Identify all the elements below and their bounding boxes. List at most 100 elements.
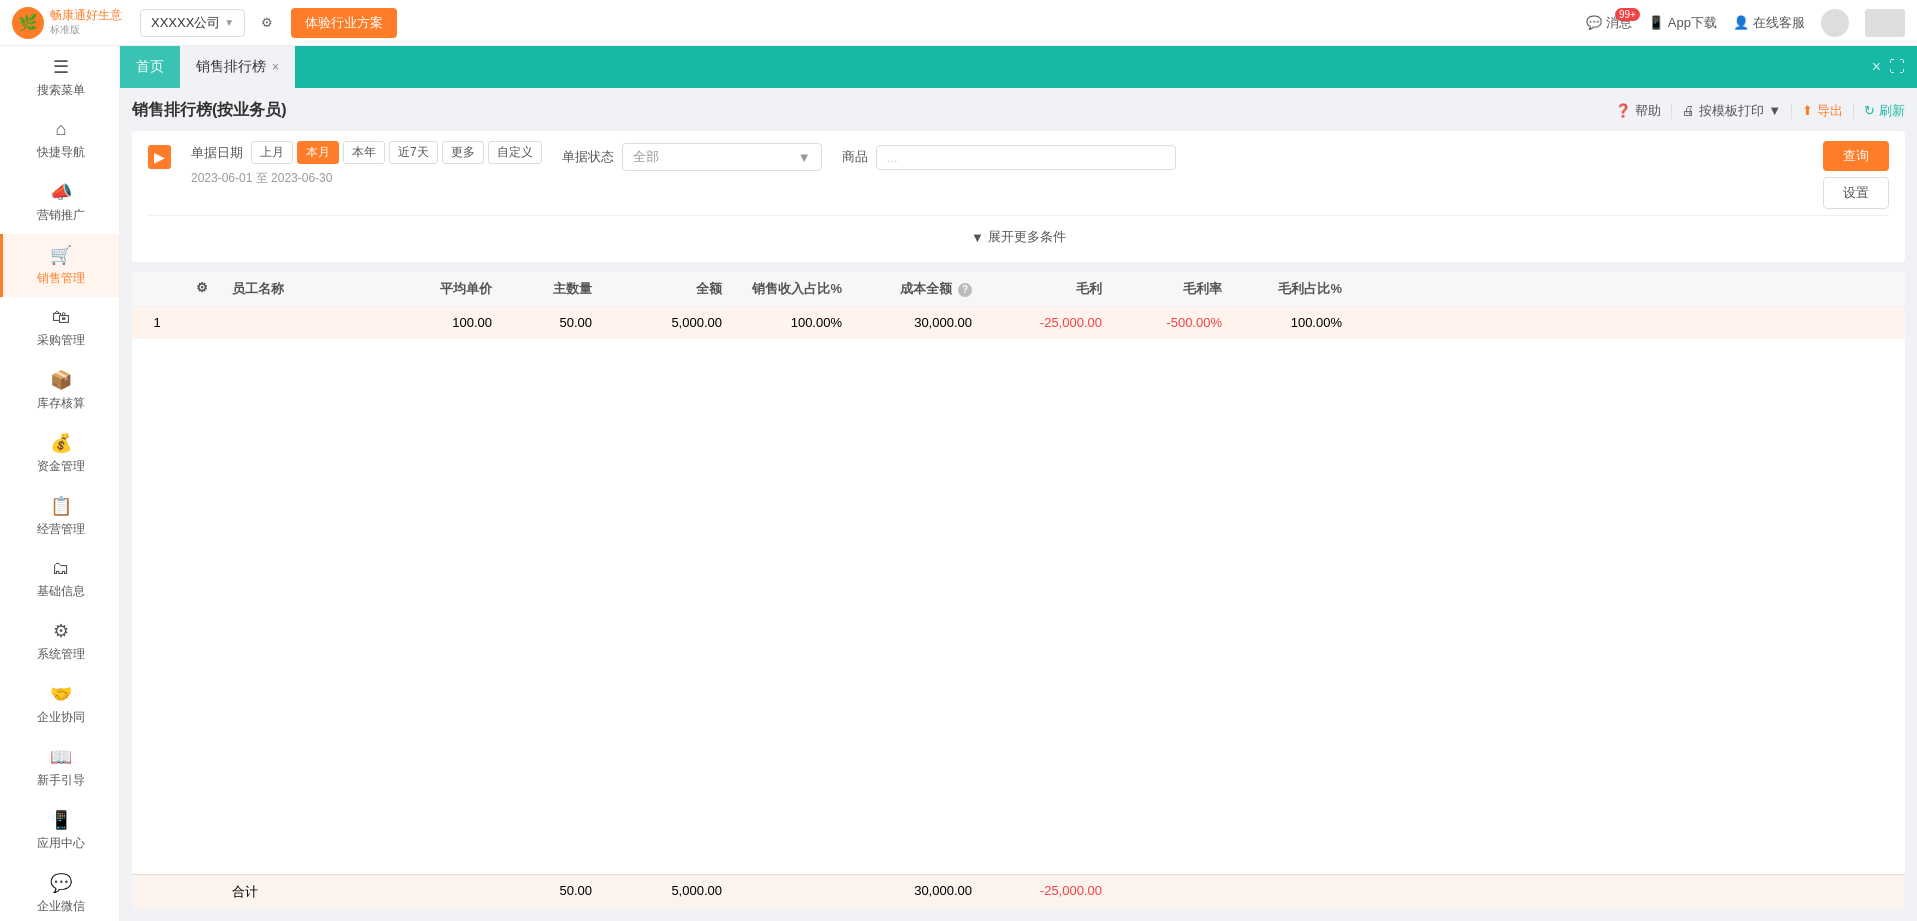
help-label: 帮助 — [1635, 102, 1661, 120]
user-avatar[interactable] — [1821, 9, 1849, 37]
tab-home[interactable]: 首页 — [120, 46, 180, 88]
window-expand-button[interactable]: ⛶ — [1889, 58, 1905, 76]
date-buttons: 上月 本月 本年 近7天 更多 自定义 — [251, 141, 542, 164]
status-select[interactable]: 全部 ▼ — [622, 143, 822, 171]
message-icon: 💬 — [1586, 15, 1602, 30]
cell-profit-1: -25,000.00 — [982, 307, 1112, 338]
sidebar-item-basic-info[interactable]: 🗂 基础信息 — [0, 548, 119, 610]
setting-button[interactable]: 设置 — [1823, 177, 1889, 209]
th-name: 员工名称 — [222, 272, 382, 306]
sidebar-item-system[interactable]: ⚙ 系统管理 — [0, 610, 119, 673]
data-table: ⚙ 员工名称 平均单价 主数量 全额 销售收入占比% 成本全额 ? 毛利 毛利率… — [132, 272, 1905, 909]
query-button[interactable]: 查询 — [1823, 141, 1889, 171]
sidebar-label-basic-info: 基础信息 — [37, 583, 85, 600]
refresh-button[interactable]: ↻ 刷新 — [1864, 102, 1905, 120]
print-button[interactable]: 🖨 按模板打印 ▼ — [1682, 102, 1781, 120]
logo-area: 🌿 畅康通好生意 标准版 — [12, 7, 132, 39]
sidebar-item-wechat[interactable]: 💬 企业微信 — [0, 862, 119, 921]
operations-icon: 📋 — [50, 495, 72, 517]
expand-down-icon: ▼ — [971, 230, 984, 245]
date-btn-7days[interactable]: 近7天 — [389, 141, 438, 164]
expand-more-button[interactable]: ▼ 展开更多条件 — [971, 222, 1066, 252]
basic-info-icon: 🗂 — [52, 558, 70, 579]
sidebar-item-purchase[interactable]: 🛍 采购管理 — [0, 297, 119, 359]
table-footer: 合计 50.00 5,000.00 30,000.00 -25,000.00 — [132, 874, 1905, 909]
sidebar-label-marketing: 营销推广 — [37, 207, 85, 224]
filter-top-row: ▶ 单据日期 上月 本月 本年 近7天 更多 自定义 — [148, 141, 1889, 209]
sidebar-item-guide[interactable]: 📖 新手引导 — [0, 736, 119, 799]
query-area: 查询 设置 — [1823, 141, 1889, 209]
content-area: 首页 销售排行榜 × × ⛶ 销售排行榜(按业务员) ❓ 帮助 — [120, 46, 1917, 921]
collab-icon: 🤝 — [50, 683, 72, 705]
sidebar-item-quicknav[interactable]: ⌂ 快捷导航 — [0, 109, 119, 171]
cost-info-icon[interactable]: ? — [958, 283, 972, 297]
date-btn-more[interactable]: 更多 — [442, 141, 484, 164]
footer-label: 合计 — [222, 875, 382, 909]
system-icon: ⚙ — [53, 620, 69, 642]
sidebar-label-guide: 新手引导 — [37, 772, 85, 789]
date-btn-last-month[interactable]: 上月 — [251, 141, 293, 164]
export-icon: ⬆ — [1802, 103, 1813, 118]
goods-filter-label: 商品 — [842, 148, 868, 166]
sidebar-item-inventory[interactable]: 📦 库存核算 — [0, 359, 119, 422]
help-button[interactable]: ❓ 帮助 — [1615, 102, 1661, 120]
company-selector[interactable]: XXXXX公司 ▼ — [140, 9, 245, 37]
th-cost: 成本全额 ? — [852, 272, 982, 306]
date-filter-group: 单据日期 上月 本月 本年 近7天 更多 自定义 2023-06-01 至 20… — [191, 141, 542, 187]
goods-filter-group: 商品 ... — [842, 141, 1176, 173]
sidebar-item-marketing[interactable]: 📣 营销推广 — [0, 171, 119, 234]
footer-qty: 50.00 — [502, 875, 602, 909]
footer-avg — [382, 875, 502, 909]
footer-profit-pct — [1232, 875, 1352, 909]
sidebar-item-apps[interactable]: 📱 应用中心 — [0, 799, 119, 862]
tab-sales-ranking[interactable]: 销售排行榜 × — [180, 46, 295, 88]
app-download-button[interactable]: 📱 App下载 — [1648, 14, 1717, 32]
tab-close-icon[interactable]: × — [272, 60, 279, 74]
sidebar-label-purchase: 采购管理 — [37, 332, 85, 349]
sidebar-item-collab[interactable]: 🤝 企业协同 — [0, 673, 119, 736]
print-dropdown-icon: ▼ — [1768, 103, 1781, 118]
refresh-label: 刷新 — [1879, 102, 1905, 120]
th-sales-pct: 销售收入占比% — [732, 272, 852, 306]
apps-icon: 📱 — [50, 809, 72, 831]
export-button[interactable]: ⬆ 导出 — [1802, 102, 1843, 120]
refresh-icon: ↻ — [1864, 103, 1875, 118]
experience-button[interactable]: 体验行业方案 — [291, 8, 397, 38]
divider2 — [1791, 103, 1792, 119]
date-btn-this-month[interactable]: 本月 — [297, 141, 339, 164]
date-btn-this-year[interactable]: 本年 — [343, 141, 385, 164]
cell-sales-pct-1: 100.00% — [732, 307, 852, 338]
print-icon: 🖨 — [1682, 103, 1695, 118]
date-filter-label: 单据日期 — [191, 144, 243, 162]
sidebar-label-apps: 应用中心 — [37, 835, 85, 852]
service-label: 在线客服 — [1753, 14, 1805, 32]
th-settings[interactable]: ⚙ — [182, 272, 222, 306]
company-name: XXXXX公司 — [151, 14, 220, 32]
footer-sales-pct — [732, 875, 852, 909]
app-icon: 📱 — [1648, 15, 1664, 30]
date-btn-custom[interactable]: 自定义 — [488, 141, 542, 164]
page-title: 销售排行榜(按业务员) — [132, 100, 287, 121]
cell-settings-1 — [182, 307, 222, 338]
cell-avg-1: 100.00 — [382, 307, 502, 338]
sales-icon: 🛒 — [50, 244, 72, 266]
goods-input[interactable]: ... — [876, 145, 1176, 170]
window-close-button[interactable]: × — [1872, 58, 1881, 76]
sidebar-item-sales[interactable]: 🛒 销售管理 — [0, 234, 119, 297]
sidebar-item-operations[interactable]: 📋 经营管理 — [0, 485, 119, 548]
topbar-settings-button[interactable]: ⚙ — [253, 9, 281, 37]
sidebar-label-finance: 资金管理 — [37, 458, 85, 475]
arrow-icon[interactable]: ▶ — [148, 145, 171, 169]
sidebar-label-operations: 经营管理 — [37, 521, 85, 538]
sidebar-item-finance[interactable]: 💰 资金管理 — [0, 422, 119, 485]
sidebar-label-system: 系统管理 — [37, 646, 85, 663]
expand-label: 展开更多条件 — [988, 228, 1066, 246]
online-service-button[interactable]: 👤 在线客服 — [1733, 14, 1805, 32]
footer-profit-rate — [1112, 875, 1232, 909]
filter-expand-arrow[interactable]: ▶ — [148, 141, 171, 173]
message-button[interactable]: 💬 消息 99+ — [1586, 14, 1632, 32]
th-total: 全额 — [602, 272, 732, 306]
footer-total: 5,000.00 — [602, 875, 732, 909]
sidebar-item-search[interactable]: ☰ 搜索菜单 — [0, 46, 119, 109]
search-icon: ☰ — [53, 56, 69, 78]
